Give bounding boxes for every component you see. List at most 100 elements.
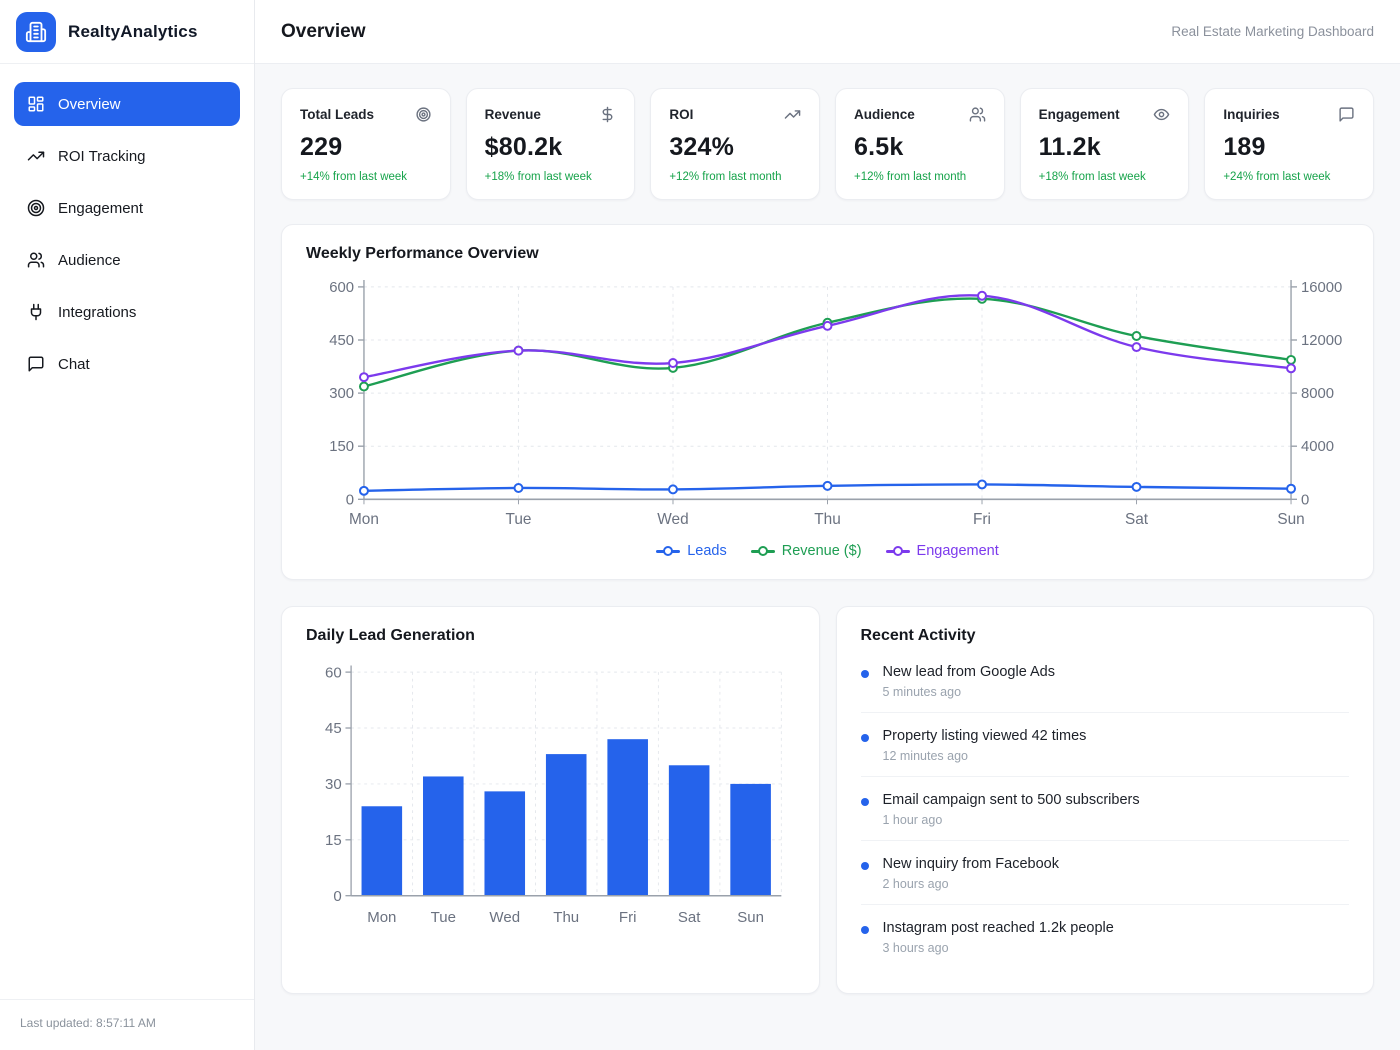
target-icon: [27, 199, 45, 217]
svg-text:0: 0: [1301, 492, 1309, 508]
svg-text:60: 60: [325, 664, 342, 681]
sidebar-item-integrations[interactable]: Integrations: [14, 290, 240, 334]
legend-item-leads[interactable]: Leads: [656, 543, 727, 559]
stat-card-total-leads: Total Leads 229 +14% from last week: [281, 88, 451, 200]
recent-activity-panel: Recent Activity New lead from Google Ads…: [835, 606, 1374, 994]
sidebar: RealtyAnalytics Overview ROI Tracking En…: [0, 0, 255, 1050]
page-title: Overview: [281, 20, 366, 42]
bullet-dot-icon: [860, 670, 869, 678]
main-area: Overview Real Estate Marketing Dashboard…: [255, 0, 1400, 1050]
activity-time: 12 minutes ago: [882, 749, 968, 763]
trending-up-icon: [784, 106, 801, 123]
users-icon: [969, 106, 986, 123]
last-updated-text: Last updated: 8:57:11 AM: [20, 1016, 156, 1030]
activity-item: Email campaign sent to 500 subscribers 1…: [860, 777, 1349, 841]
svg-text:Wed: Wed: [489, 909, 520, 926]
sidebar-item-label: ROI Tracking: [58, 147, 146, 165]
svg-text:Sun: Sun: [737, 909, 764, 926]
svg-text:300: 300: [329, 386, 354, 402]
sidebar-item-label: Engagement: [58, 199, 144, 217]
legend-marker-icon: [656, 546, 681, 556]
stat-label: Engagement: [1038, 107, 1120, 122]
stat-value: 229: [300, 133, 343, 161]
legend-item-revenue[interactable]: Revenue ($): [750, 543, 862, 559]
weekly-line-chart: 0 150 300 450 600 0 4000 8000 12000 16000 Mon Tue We…: [329, 280, 1342, 528]
activity-item: New lead from Google Ads 5 minutes ago: [860, 649, 1349, 713]
legend-label: Revenue ($): [781, 543, 862, 559]
svg-text:0: 0: [333, 888, 341, 905]
brand-name: RealtyAnalytics: [68, 21, 198, 41]
chat-bubble-icon: [27, 355, 45, 373]
stat-card-inquiries: Inquiries 189 +24% from last week: [1204, 88, 1374, 200]
sidebar-item-overview[interactable]: Overview: [14, 82, 240, 126]
bullet-dot-icon: [860, 734, 869, 742]
legend-marker-icon: [750, 546, 775, 556]
legend-label: Leads: [687, 543, 727, 559]
dashboard-grid-icon: [27, 95, 45, 113]
weekly-performance-panel: Weekly Performance Overview 0 150 300 450 60…: [281, 224, 1374, 580]
bullet-dot-icon: [860, 798, 869, 806]
stat-value: 324%: [669, 133, 735, 161]
activity-list: New lead from Google Ads 5 minutes ago P…: [860, 649, 1350, 968]
bullet-dot-icon: [860, 926, 869, 934]
daily-leads-bar-chart: 0 15 30 45 60 Mon Tue Wed Thu Fri Sat Sun: [325, 664, 782, 926]
trending-up-icon: [27, 147, 45, 165]
svg-text:Sun: Sun: [1277, 511, 1304, 528]
activity-title: New inquiry from Facebook: [882, 856, 1060, 872]
svg-text:150: 150: [329, 439, 354, 455]
sidebar-item-engagement[interactable]: Engagement: [14, 186, 240, 230]
svg-text:Sat: Sat: [678, 909, 701, 926]
sidebar-item-label: Overview: [58, 95, 121, 113]
bottom-row: Daily Lead Generation 0 15 30 45 60 Mon Tue Wed…: [281, 606, 1374, 994]
stat-label: Total Leads: [300, 107, 375, 122]
svg-text:450: 450: [329, 333, 354, 349]
weekly-panel-title: Weekly Performance Overview: [306, 245, 539, 262]
svg-text:Tue: Tue: [431, 909, 456, 926]
stat-label: Revenue: [484, 107, 541, 122]
svg-text:30: 30: [325, 776, 342, 793]
svg-text:Mon: Mon: [349, 511, 379, 528]
page-subtitle: Real Estate Marketing Dashboard: [1171, 24, 1374, 39]
legend-item-engagement[interactable]: Engagement: [885, 543, 999, 559]
svg-text:Fri: Fri: [619, 909, 637, 926]
activity-item: Instagram post reached 1.2k people 3 hou…: [860, 905, 1350, 968]
dollar-icon: [599, 106, 616, 123]
activity-title: New lead from Google Ads: [882, 664, 1055, 680]
app-root: RealtyAnalytics Overview ROI Tracking En…: [0, 0, 1400, 1050]
stat-card-audience: Audience 6.5k +12% from last month: [835, 88, 1005, 200]
sidebar-item-label: Integrations: [58, 303, 137, 321]
svg-text:0: 0: [346, 492, 354, 508]
svg-text:Sat: Sat: [1125, 511, 1149, 528]
stat-value: 189: [1223, 133, 1266, 161]
activity-time: 5 minutes ago: [882, 685, 962, 699]
activity-panel-title: Recent Activity: [860, 627, 976, 644]
sidebar-item-label: Audience: [58, 251, 121, 269]
bar-panel-title: Daily Lead Generation: [306, 627, 475, 644]
svg-text:12000: 12000: [1301, 333, 1342, 349]
activity-time: 3 hours ago: [882, 941, 949, 955]
svg-text:Tue: Tue: [506, 511, 532, 528]
svg-text:16000: 16000: [1301, 280, 1342, 296]
sidebar-item-audience[interactable]: Audience: [14, 238, 240, 282]
sidebar-item-roi-tracking[interactable]: ROI Tracking: [14, 134, 240, 178]
sidebar-nav: Overview ROI Tracking Engagement Audienc…: [0, 64, 254, 999]
svg-text:4000: 4000: [1301, 439, 1334, 455]
bullet-dot-icon: [860, 862, 869, 870]
legend-marker-icon: [885, 546, 910, 556]
stat-change: +18% from last week: [1038, 171, 1146, 183]
stat-value: $80.2k: [484, 133, 563, 161]
activity-time: 1 hour ago: [882, 813, 943, 827]
svg-text:Fri: Fri: [973, 511, 991, 528]
svg-text:45: 45: [325, 720, 342, 737]
target-icon: [415, 106, 432, 123]
stat-card-revenue: Revenue $80.2k +18% from last week: [465, 88, 636, 200]
daily-leads-panel: Daily Lead Generation 0 15 30 45 60 Mon Tue Wed…: [281, 606, 820, 994]
stat-change: +12% from last month: [854, 171, 967, 183]
content: Total Leads 229 +14% from last week Reve…: [255, 64, 1400, 1050]
activity-time: 2 hours ago: [882, 877, 949, 891]
stat-card-engagement: Engagement 11.2k +18% from last week: [1019, 88, 1190, 200]
stat-value: 11.2k: [1038, 133, 1101, 161]
brand[interactable]: RealtyAnalytics: [0, 0, 254, 64]
stat-value: 6.5k: [854, 133, 904, 161]
sidebar-item-chat[interactable]: Chat: [14, 342, 240, 386]
